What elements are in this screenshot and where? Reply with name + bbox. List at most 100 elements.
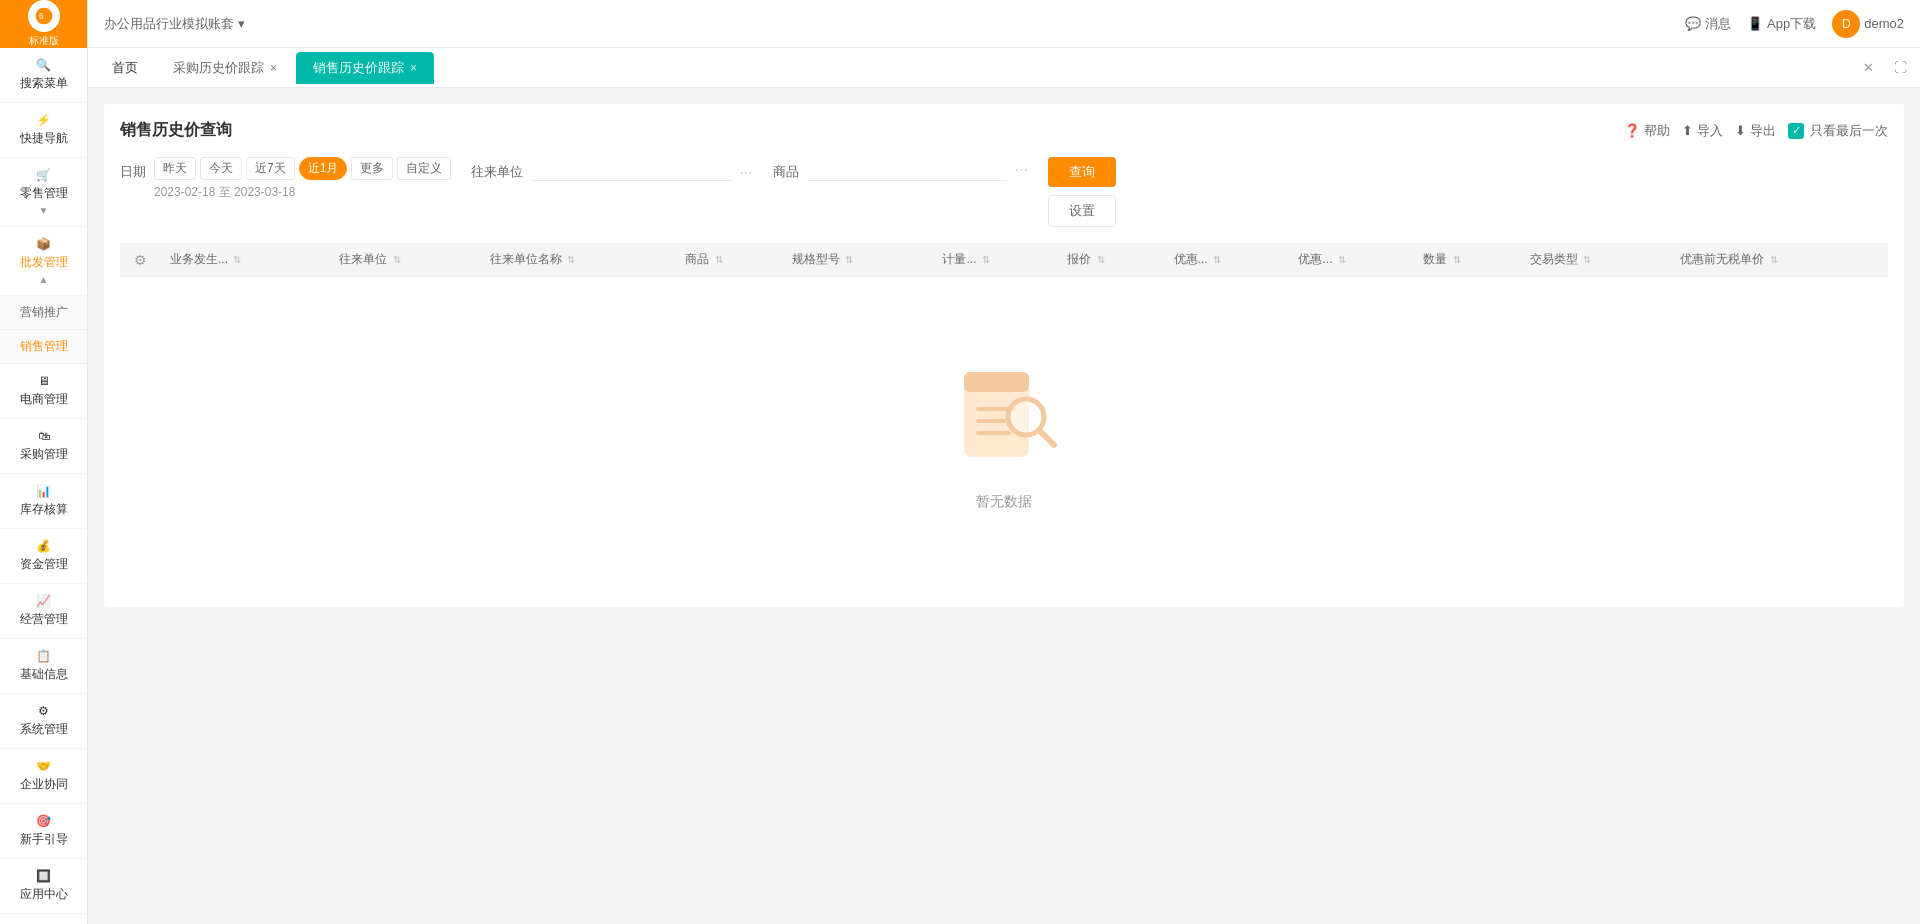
col-product[interactable]: 商品 ⇅	[675, 243, 781, 277]
sidebar-item-label: 应用中心	[20, 886, 68, 903]
logo-icon: 6	[28, 0, 60, 32]
tab-sales[interactable]: 销售历史价跟踪 ×	[296, 52, 434, 84]
tab-maximize[interactable]: ⛶	[1888, 56, 1912, 80]
svg-point-0	[35, 8, 52, 25]
product-input[interactable]	[807, 157, 1007, 181]
tab-sales-close[interactable]: ×	[410, 61, 417, 75]
col-partner-name[interactable]: 往来单位名称 ⇅	[480, 243, 675, 277]
tab-purchase[interactable]: 采购历史价跟踪 ×	[156, 52, 294, 84]
col-unit[interactable]: 计量... ⇅	[932, 243, 1057, 277]
product-filter-group: 商品 ...	[773, 157, 1028, 181]
setting-button[interactable]: 设置	[1048, 195, 1116, 227]
sidebar-item-ecommerce[interactable]: 🖥 电商管理	[0, 364, 87, 419]
help-btn[interactable]: ❓ 帮助	[1624, 122, 1670, 140]
sidebar-item-operation[interactable]: 📈 经营管理	[0, 584, 87, 639]
tab-purchase-close[interactable]: ×	[270, 61, 277, 75]
query-button[interactable]: 查询	[1048, 157, 1116, 187]
sidebar-item-newbie[interactable]: 🎯 新手引导	[0, 804, 87, 859]
help-icon: ❓	[1624, 123, 1640, 138]
user-name: demo2	[1864, 16, 1904, 31]
import-label: 导入	[1697, 122, 1723, 140]
col-quantity[interactable]: 数量 ⇅	[1413, 243, 1519, 277]
col-unit-label: 计量...	[942, 252, 976, 266]
sidebar: 6 标准版 🔍 搜索菜单 ⚡ 快捷导航 🛒 零售管理 ▼ 📦 批发管理 ▲ 营销…	[0, 0, 88, 924]
sidebar-item-label: 基础信息	[20, 666, 68, 683]
export-icon: ⬇	[1735, 123, 1746, 138]
sidebar-item-finance[interactable]: 💰 资金管理	[0, 529, 87, 584]
page-content: 销售历史价查询 ❓ 帮助 ⬆ 导入 ⬇ 导出 ✓	[88, 88, 1920, 924]
col-pretax-price-label: 优惠前无税单价	[1680, 252, 1764, 266]
col-discount1[interactable]: 优惠... ⇅	[1164, 243, 1289, 277]
col-discount1-label: 优惠...	[1174, 252, 1208, 266]
sidebar-item-wechat[interactable]: 💬 企业微信	[0, 914, 87, 924]
appstore-icon: 🔲	[36, 869, 51, 883]
search-icon: 🔍	[36, 58, 51, 72]
col-product-label: 商品	[685, 252, 709, 266]
sort-icon: ⇅	[1583, 254, 1591, 265]
date-options: 昨天 今天 近7天 近1月 更多 自定义 2023-02-18 至 2023-0…	[154, 157, 451, 201]
only-last-checkbox[interactable]: ✓ 只看最后一次	[1788, 122, 1888, 140]
tab-home[interactable]: 首页	[96, 52, 154, 84]
sidebar-item-quick-nav[interactable]: ⚡ 快捷导航	[0, 103, 87, 158]
sidebar-item-system[interactable]: ⚙ 系统管理	[0, 694, 87, 749]
tab-close-all[interactable]: ✕	[1856, 56, 1880, 80]
app-name: 办公用品行业模拟账套	[104, 15, 234, 33]
app-selector[interactable]: 办公用品行业模拟账套 ▾	[104, 15, 245, 33]
date-btn-today[interactable]: 今天	[200, 157, 242, 180]
action-buttons: 查询 设置	[1048, 157, 1116, 227]
export-btn[interactable]: ⬇ 导出	[1735, 122, 1776, 140]
gear-icon[interactable]: ⚙	[134, 252, 147, 268]
svg-line-8	[1039, 430, 1054, 445]
product-dots-btn[interactable]: ...	[1015, 157, 1028, 175]
partner-label: 往来单位	[471, 157, 523, 181]
download-label: App下载	[1767, 15, 1816, 33]
date-btn-custom[interactable]: 自定义	[397, 157, 451, 180]
sidebar-item-wholesale[interactable]: 📦 批发管理 ▲	[0, 227, 87, 296]
date-range: 2023-02-18 至 2023-03-18	[154, 184, 451, 201]
import-btn[interactable]: ⬆ 导入	[1682, 122, 1723, 140]
sort-icon: ⇅	[233, 254, 241, 265]
col-biz-date[interactable]: 业务发生... ⇅	[160, 243, 329, 277]
sidebar-item-search[interactable]: 🔍 搜索菜单	[0, 48, 87, 103]
sidebar-item-enterprise[interactable]: 🤝 企业协同	[0, 749, 87, 804]
sidebar-item-label: 批发管理	[20, 254, 68, 271]
product-label: 商品	[773, 157, 799, 181]
col-settings[interactable]: ⚙	[120, 243, 160, 277]
message-btn[interactable]: 💬 消息	[1685, 15, 1731, 33]
sidebar-item-purchase[interactable]: 🛍 采购管理	[0, 419, 87, 474]
date-btn-more[interactable]: 更多	[351, 157, 393, 180]
user-menu[interactable]: D demo2	[1832, 10, 1904, 38]
sidebar-item-label: 搜索菜单	[20, 75, 68, 92]
sidebar-item-retail[interactable]: 🛒 零售管理 ▼	[0, 158, 87, 227]
sidebar-item-basic[interactable]: 📋 基础信息	[0, 639, 87, 694]
col-discount2-label: 优惠...	[1298, 252, 1332, 266]
sort-icon: ⇅	[393, 254, 401, 265]
sidebar-item-label: 企业协同	[20, 776, 68, 793]
col-trade-type[interactable]: 交易类型 ⇅	[1520, 243, 1671, 277]
col-pretax-price[interactable]: 优惠前无税单价 ⇅	[1670, 243, 1888, 277]
header-right: 💬 消息 📱 App下载 D demo2	[1685, 10, 1904, 38]
logo[interactable]: 6 标准版	[0, 0, 87, 48]
date-btn-7days[interactable]: 近7天	[246, 157, 295, 180]
table-header: ⚙ 业务发生... ⇅ 往来单位 ⇅ 往来单位名称	[120, 243, 1888, 277]
avatar: D	[1832, 10, 1860, 38]
sidebar-item-inventory[interactable]: 📊 库存核算	[0, 474, 87, 529]
col-spec[interactable]: 规格型号 ⇅	[782, 243, 933, 277]
col-partner-code[interactable]: 往来单位 ⇅	[329, 243, 480, 277]
date-btn-1month[interactable]: 近1月	[299, 157, 348, 180]
date-btn-yesterday[interactable]: 昨天	[154, 157, 196, 180]
sidebar-item-marketing[interactable]: 营销推广	[0, 296, 87, 330]
partner-input[interactable]	[531, 157, 731, 181]
col-discount2[interactable]: 优惠... ⇅	[1288, 243, 1413, 277]
sidebar-item-appstore[interactable]: 🔲 应用中心	[0, 859, 87, 914]
sidebar-item-sales-mgmt[interactable]: 销售管理	[0, 330, 87, 364]
tab-actions: ✕ ⛶	[1856, 56, 1912, 80]
download-btn[interactable]: 📱 App下载	[1747, 15, 1816, 33]
tab-sales-label: 销售历史价跟踪	[313, 59, 404, 77]
col-quote[interactable]: 报价 ⇅	[1057, 243, 1163, 277]
chevron-down-icon: ▼	[39, 205, 49, 216]
svg-rect-3	[964, 372, 1029, 392]
message-label: 消息	[1705, 15, 1731, 33]
partner-dots-btn[interactable]: ...	[739, 160, 752, 178]
enterprise-icon: 🤝	[36, 759, 51, 773]
